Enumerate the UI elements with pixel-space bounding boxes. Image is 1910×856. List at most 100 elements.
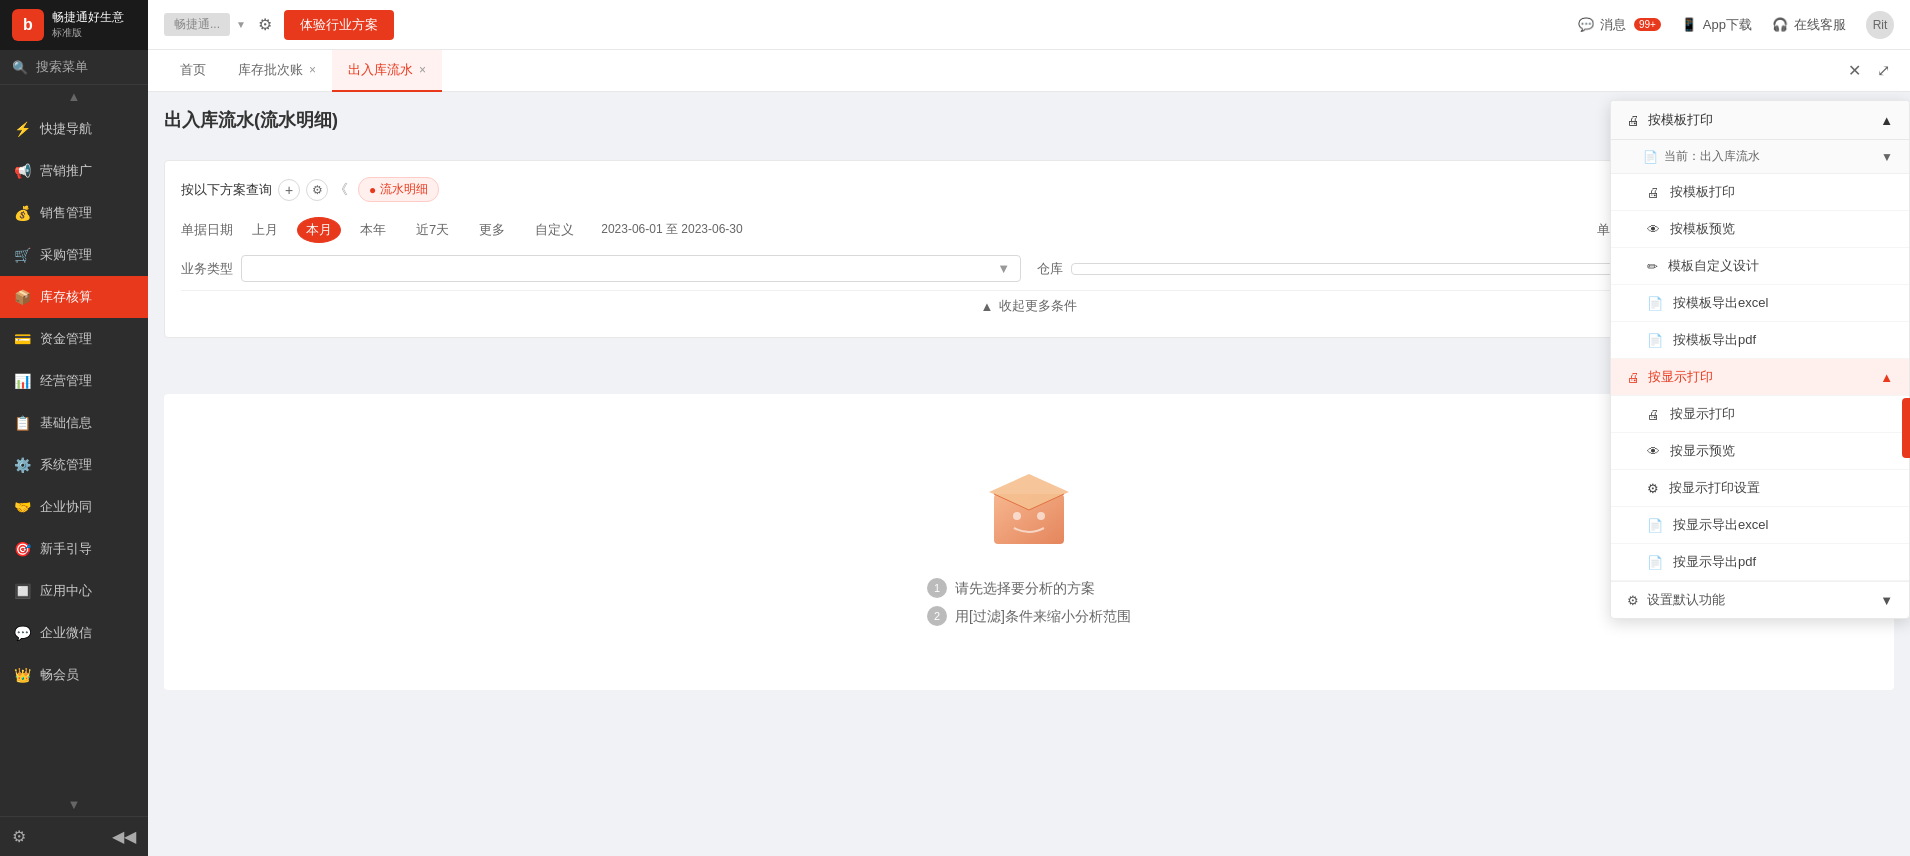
tab-batch-ledger-close-icon[interactable]: ×	[309, 63, 316, 77]
sidebar-scroll-down[interactable]: ▼	[0, 793, 148, 816]
tab-batch-ledger[interactable]: 库存批次账 ×	[222, 50, 332, 92]
dropdown-item-display-settings[interactable]: ⚙ 按显示打印设置	[1611, 470, 1909, 507]
display-pdf-icon: 📄	[1647, 555, 1663, 570]
sidebar-item-quick-nav[interactable]: ⚡ 快捷导航	[0, 108, 148, 150]
current-template-label: 当前：出入库流水	[1664, 148, 1760, 165]
sidebar-collapse-icon[interactable]: ◀◀	[112, 827, 136, 846]
date-btn-last-month[interactable]: 上月	[241, 217, 289, 243]
sidebar-item-system[interactable]: ⚙️ 系统管理	[0, 444, 148, 486]
sidebar-item-inventory[interactable]: 📦 库存核算	[0, 276, 148, 318]
date-btn-7days[interactable]: 近7天	[405, 217, 460, 243]
active-filter-tag[interactable]: ● 流水明细	[358, 177, 439, 202]
dropdown-display-section-header[interactable]: 🖨 按显示打印 ▲	[1611, 359, 1909, 396]
sales-icon: 💰	[12, 203, 32, 223]
topbar-customer-service[interactable]: 🎧 在线客服	[1772, 16, 1846, 34]
dropdown-footer-default[interactable]: ⚙ 设置默认功能 ▼	[1611, 581, 1909, 618]
tab-maximize-icon[interactable]: ⤢	[1873, 57, 1894, 84]
topbar-right: 💬 消息 99+ 📱 App下载 🎧 在线客服 Rit	[1578, 11, 1894, 39]
sidebar-item-guide[interactable]: 🎯 新手引导	[0, 528, 148, 570]
topbar-app-download[interactable]: 📱 App下载	[1681, 16, 1752, 34]
tab-inout-flow-close-icon[interactable]: ×	[419, 63, 426, 77]
sidebar-item-marketing[interactable]: 📢 营销推广	[0, 150, 148, 192]
sidebar-item-wecom[interactable]: 💬 企业微信	[0, 612, 148, 654]
template-design-label: 模板自定义设计	[1668, 257, 1759, 275]
tab-home-label: 首页	[180, 61, 206, 79]
sidebar-item-purchase[interactable]: 🛒 采购管理	[0, 234, 148, 276]
date-btn-custom[interactable]: 自定义	[524, 217, 585, 243]
sidebar-item-member[interactable]: 👑 畅会员	[0, 654, 148, 696]
dropdown-item-display-print[interactable]: 🖨 按显示打印	[1611, 396, 1909, 433]
sidebar-label-collab: 企业协同	[40, 498, 92, 516]
tab-home[interactable]: 首页	[164, 50, 222, 92]
svg-point-1	[1013, 512, 1021, 520]
sidebar-label-member: 畅会员	[40, 666, 79, 684]
dropdown-item-display-pdf[interactable]: 📄 按显示导出pdf	[1611, 544, 1909, 581]
business-type-select[interactable]: ▼	[241, 255, 1021, 282]
sidebar-item-basic[interactable]: 📋 基础信息	[0, 402, 148, 444]
display-print-label: 按显示打印	[1670, 405, 1735, 423]
date-btn-this-year[interactable]: 本年	[349, 217, 397, 243]
sidebar-item-apps[interactable]: 🔲 应用中心	[0, 570, 148, 612]
sidebar-bottom: ⚙ ◀◀	[0, 816, 148, 856]
search-icon: 🔍	[12, 60, 28, 75]
tab-inout-flow[interactable]: 出入库流水 ×	[332, 50, 442, 92]
display-preview-label: 按显示预览	[1670, 442, 1735, 460]
date-btn-this-month[interactable]: 本月	[297, 217, 341, 243]
right-edge-handle[interactable]	[1902, 398, 1910, 458]
template-pdf-icon: 📄	[1647, 333, 1663, 348]
sidebar-item-collab[interactable]: 🤝 企业协同	[0, 486, 148, 528]
topbar-avatar[interactable]: Rit	[1866, 11, 1894, 39]
display-settings-label: 按显示打印设置	[1669, 479, 1760, 497]
sidebar-label-purchase: 采购管理	[40, 246, 92, 264]
dropdown-item-template-design[interactable]: ✏ 模板自定义设计	[1611, 248, 1909, 285]
date-btn-more[interactable]: 更多	[468, 217, 516, 243]
dropdown-item-display-preview[interactable]: 👁 按显示预览	[1611, 433, 1909, 470]
svg-point-2	[1037, 512, 1045, 520]
display-pdf-label: 按显示导出pdf	[1673, 553, 1756, 571]
empty-step-2: 2 用[过滤]条件来缩小分析范围	[927, 602, 1131, 630]
dropdown-item-template-preview[interactable]: 👁 按模板预览	[1611, 211, 1909, 248]
template-preview-label: 按模板预览	[1670, 220, 1735, 238]
marketing-icon: 📢	[12, 161, 32, 181]
template-pdf-label: 按模板导出pdf	[1673, 331, 1756, 349]
purchase-icon: 🛒	[12, 245, 32, 265]
trial-button[interactable]: 体验行业方案	[284, 10, 394, 40]
dropdown-item-template-excel[interactable]: 📄 按模板导出excel	[1611, 285, 1909, 322]
date-range-display: 2023-06-01 至 2023-06-30	[601, 221, 742, 238]
dropdown-item-template-pdf[interactable]: 📄 按模板导出pdf	[1611, 322, 1909, 359]
sidebar-item-finance[interactable]: 💳 资金管理	[0, 318, 148, 360]
sidebar-item-operation[interactable]: 📊 经营管理	[0, 360, 148, 402]
filter-tag-icon: ●	[369, 183, 376, 197]
tab-close-all-icon[interactable]: ✕	[1844, 57, 1865, 84]
app-logo-icon: b	[12, 9, 44, 41]
system-icon: ⚙️	[12, 455, 32, 475]
topbar-gear-icon[interactable]: ⚙	[258, 15, 272, 34]
display-print-icon: 🖨	[1647, 407, 1660, 422]
dropdown-item-display-excel[interactable]: 📄 按显示导出excel	[1611, 507, 1909, 544]
date-label: 单据日期	[181, 221, 233, 239]
avatar-name: Rit	[1873, 18, 1888, 32]
dropdown-current-template[interactable]: 📄 当前：出入库流水 ▼	[1611, 140, 1909, 174]
tab-inout-flow-label: 出入库流水	[348, 61, 413, 79]
dropdown-item-template-print[interactable]: 🖨 按模板打印	[1611, 174, 1909, 211]
sidebar-scroll-up[interactable]: ▲	[0, 85, 148, 108]
topbar-user-chevron-icon: ▼	[236, 19, 246, 30]
sidebar: b 畅捷通好生意 标准版 🔍 搜索菜单 ▲ ⚡ 快捷导航 📢 营销推广 💰 销售…	[0, 0, 148, 856]
current-template-icon: 📄	[1643, 150, 1658, 164]
finance-icon: 💳	[12, 329, 32, 349]
template-excel-icon: 📄	[1647, 296, 1663, 311]
topbar-message[interactable]: 💬 消息 99+	[1578, 16, 1661, 34]
filter-add-button[interactable]: +	[278, 179, 300, 201]
sidebar-settings-icon[interactable]: ⚙	[12, 827, 26, 846]
filter-collapse-icon[interactable]: 《	[334, 181, 348, 199]
filter-settings-icon[interactable]: ⚙	[306, 179, 328, 201]
sidebar-item-sales[interactable]: 💰 销售管理	[0, 192, 148, 234]
display-excel-icon: 📄	[1647, 518, 1663, 533]
business-type-chevron-icon: ▼	[997, 261, 1010, 276]
display-section-chevron-icon: ▲	[1880, 370, 1893, 385]
topbar-user[interactable]: 畅捷通... ▼	[164, 13, 246, 36]
sidebar-search[interactable]: 🔍 搜索菜单	[0, 50, 148, 85]
dropdown-template-header[interactable]: 🖨 按模板打印 ▲	[1611, 101, 1909, 140]
basic-icon: 📋	[12, 413, 32, 433]
app-download-label: App下载	[1703, 16, 1752, 34]
